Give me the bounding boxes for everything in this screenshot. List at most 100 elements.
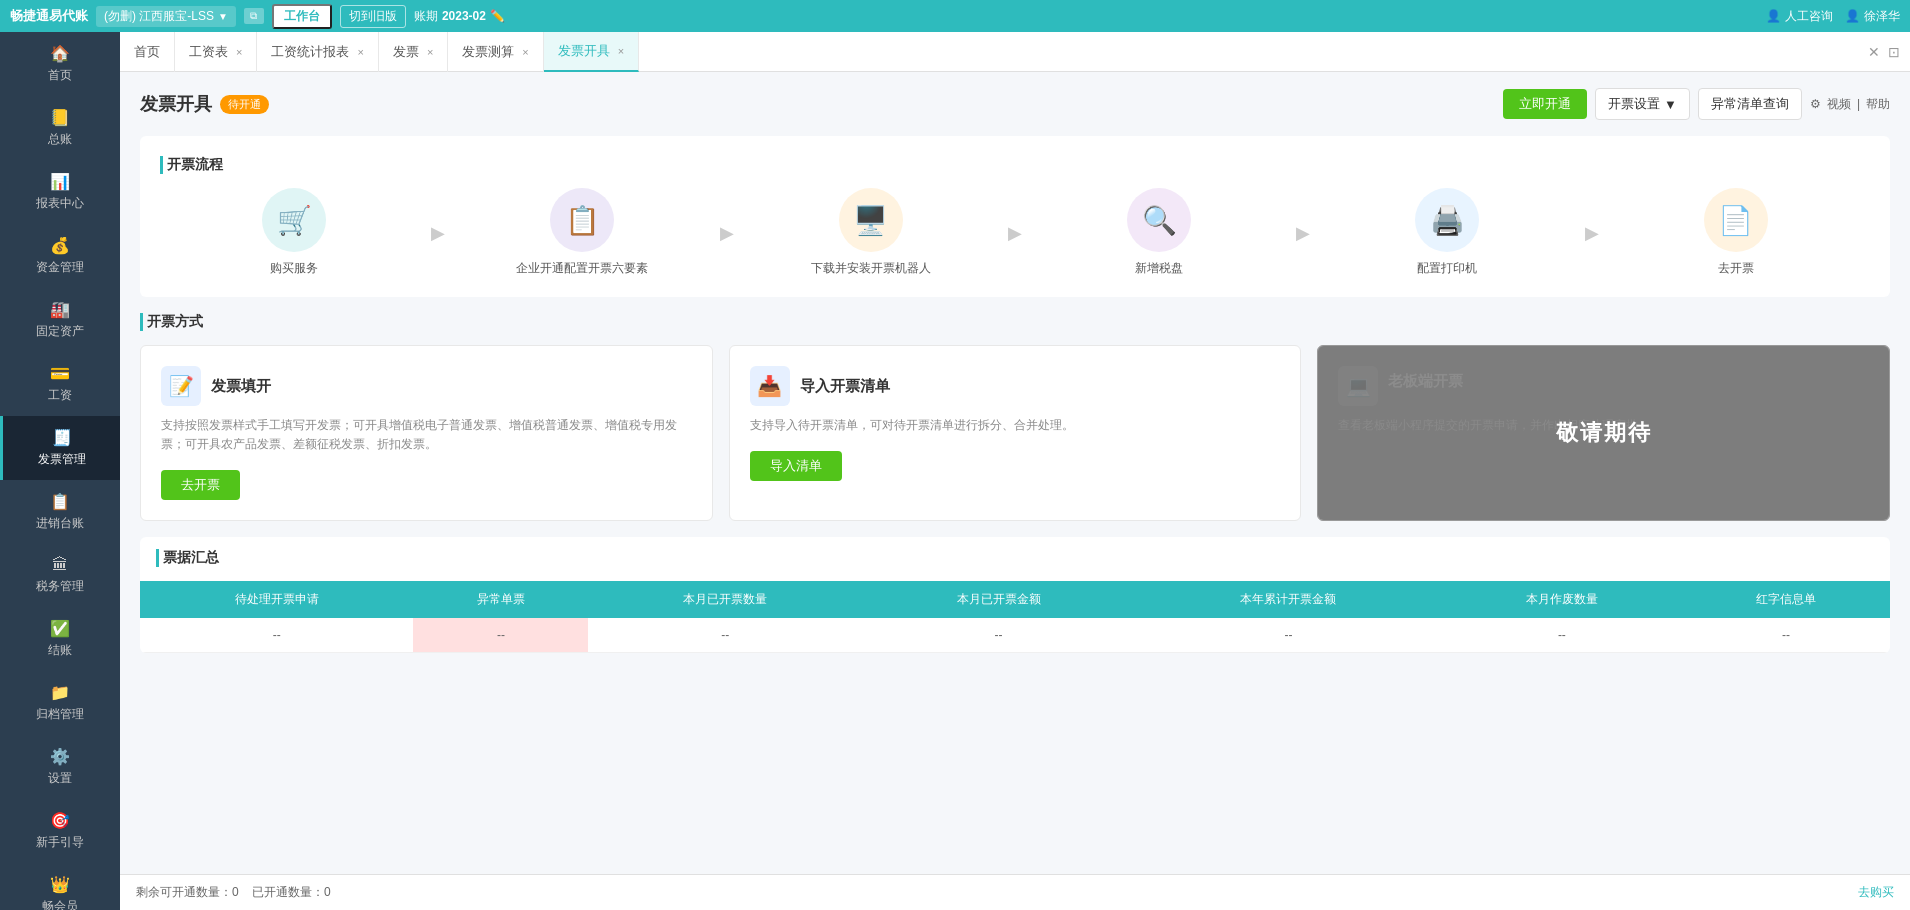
step-icon-config: 📋 (550, 188, 614, 252)
step-label-buy: 购买服务 (270, 260, 318, 277)
period-label: 账期 (414, 8, 438, 25)
sidebar-item-guide[interactable]: 🎯 新手引导 (0, 799, 120, 863)
restore-tab-icon[interactable]: ⊡ (1888, 44, 1900, 60)
member-icon: 👑 (50, 875, 70, 894)
sidebar-label-salary: 工资 (48, 387, 72, 404)
exception-query-button[interactable]: 异常清单查询 (1698, 88, 1802, 120)
copy-icon[interactable]: ⧉ (244, 8, 264, 24)
step-icon-taxdisk: 🔍 (1127, 188, 1191, 252)
method-fill-desc: 支持按照发票样式手工填写开发票；可开具增值税电子普通发票、增值税普通发票、增值税… (161, 416, 692, 454)
video-label[interactable]: 视频 (1827, 96, 1851, 113)
process-section: 开票流程 🛒 购买服务 ▶ 📋 企业开通配置开票六要素 (140, 136, 1890, 297)
sidebar-item-assets[interactable]: 🏭 固定资产 (0, 288, 120, 352)
cell-year-amount: -- (1135, 618, 1441, 653)
tab-invoice[interactable]: 发票 × (379, 32, 448, 72)
method-card-fill: 📝 发票填开 支持按照发票样式手工填写开发票；可开具增值税电子普通发票、增值税普… (140, 345, 713, 521)
process-step-download[interactable]: 🖥️ 下载并安装开票机器人 (737, 188, 1005, 277)
step-arrow-4: ▶ (1293, 222, 1313, 244)
sidebar-item-funds[interactable]: 💰 资金管理 (0, 224, 120, 288)
open-settings-label: 开票设置 (1608, 95, 1660, 113)
cell-month-amount: -- (862, 618, 1135, 653)
tab-home[interactable]: 首页 (120, 32, 175, 72)
reports-icon: 📊 (50, 172, 70, 191)
tab-invoice-label: 发票 (393, 43, 419, 61)
tab-salary-report-close[interactable]: × (357, 46, 363, 58)
page-title-area: 发票开具 待开通 (140, 92, 269, 116)
tab-invoice-calc[interactable]: 发票测算 × (448, 32, 543, 72)
tab-bar: 首页 工资表 × 工资统计报表 × 发票 × 发票测算 × 发票开具 × (120, 32, 1910, 72)
workbench-button[interactable]: 工作台 (272, 4, 332, 29)
tab-salary-label: 工资表 (189, 43, 228, 61)
coming-soon-overlay: 敬请期待 (1318, 346, 1889, 520)
step-label-issue: 去开票 (1718, 260, 1754, 277)
taxdisk-icon: 🔍 (1142, 204, 1177, 237)
old-version-button[interactable]: 切到旧版 (340, 5, 406, 28)
help-label[interactable]: 帮助 (1866, 96, 1890, 113)
user-menu[interactable]: 👤 徐泽华 (1845, 8, 1900, 25)
printer-icon: 🖨️ (1430, 204, 1465, 237)
buy-link[interactable]: 去购买 (1858, 884, 1894, 901)
sidebar-label-tax: 税务管理 (36, 578, 84, 595)
step-label-taxdisk: 新增税盘 (1135, 260, 1183, 277)
tab-invoice-issue-label: 发票开具 (558, 42, 610, 60)
step-label-download: 下载并安装开票机器人 (811, 260, 931, 277)
user-name: 徐泽华 (1864, 8, 1900, 25)
footer-stats: 剩余可开通数量：0 已开通数量：0 (136, 884, 331, 901)
tab-invoice-calc-close[interactable]: × (522, 46, 528, 58)
sidebar-label-ledger: 总账 (48, 131, 72, 148)
purchase-icon: 📋 (50, 492, 70, 511)
sidebar-item-close[interactable]: ✅ 结账 (0, 607, 120, 671)
process-step-taxdisk[interactable]: 🔍 新增税盘 (1025, 188, 1293, 277)
close-tab-icon[interactable]: ✕ (1868, 44, 1880, 60)
sidebar-item-home[interactable]: 🏠 首页 (0, 32, 120, 96)
status-badge: 待开通 (220, 95, 269, 114)
method-fill-btn[interactable]: 去开票 (161, 470, 240, 500)
sidebar-label-purchase: 进销台账 (36, 515, 84, 532)
step-arrow-5: ▶ (1582, 222, 1602, 244)
method-fill-title: 发票填开 (211, 377, 271, 396)
sidebar-item-invoice[interactable]: 🧾 发票管理 (0, 416, 120, 480)
consultant-button[interactable]: 👤 人工咨询 (1766, 8, 1833, 25)
sidebar-item-purchase[interactable]: 📋 进销台账 (0, 480, 120, 544)
process-step-buy[interactable]: 🛒 购买服务 (160, 188, 428, 277)
method-import-desc: 支持导入待开票清单，可对待开票清单进行拆分、合并处理。 (750, 416, 1281, 435)
home-icon: 🏠 (50, 44, 70, 63)
tab-invoice-issue-close[interactable]: × (618, 45, 624, 57)
sidebar-item-member[interactable]: 👑 畅会员 (0, 863, 120, 910)
step-icon-download: 🖥️ (839, 188, 903, 252)
method-import-title: 导入开票清单 (800, 377, 890, 396)
sidebar-item-archive[interactable]: 📁 归档管理 (0, 671, 120, 735)
sidebar-item-settings[interactable]: ⚙️ 设置 (0, 735, 120, 799)
tab-invoice-close[interactable]: × (427, 46, 433, 58)
open-now-button[interactable]: 立即开通 (1503, 89, 1587, 119)
summary-section-title: 票据汇总 (156, 549, 1874, 567)
settings-dropdown-arrow: ▼ (1664, 97, 1677, 112)
ledger-icon: 📒 (50, 108, 70, 127)
open-settings-button[interactable]: 开票设置 ▼ (1595, 88, 1690, 120)
company-name: (勿删) 江西服宝-LSS (104, 8, 214, 25)
process-steps: 🛒 购买服务 ▶ 📋 企业开通配置开票六要素 ▶ � (160, 188, 1870, 277)
process-step-config[interactable]: 📋 企业开通配置开票六要素 (448, 188, 716, 277)
tab-invoice-calc-label: 发票测算 (462, 43, 514, 61)
tab-invoice-issue[interactable]: 发票开具 × (544, 32, 639, 72)
method-import-btn[interactable]: 导入清单 (750, 451, 842, 481)
process-step-printer[interactable]: 🖨️ 配置打印机 (1313, 188, 1581, 277)
sidebar-item-tax[interactable]: 🏛 税务管理 (0, 544, 120, 607)
tab-salary[interactable]: 工资表 × (175, 32, 257, 72)
page-header-actions: 立即开通 开票设置 ▼ 异常清单查询 ⚙ 视频 | 帮助 (1503, 88, 1890, 120)
company-selector[interactable]: (勿删) 江西服宝-LSS ▼ (96, 6, 236, 27)
opened-quota: 已开通数量：0 (252, 885, 331, 899)
tab-home-label: 首页 (134, 43, 160, 61)
sidebar-item-reports[interactable]: 📊 报表中心 (0, 160, 120, 224)
sidebar-item-salary[interactable]: 💳 工资 (0, 352, 120, 416)
process-step-issue[interactable]: 📄 去开票 (1602, 188, 1870, 277)
tab-salary-report-label: 工资统计报表 (271, 43, 349, 61)
period-edit-icon[interactable]: ✏️ (490, 9, 505, 23)
step-icon-buy: 🛒 (262, 188, 326, 252)
tab-salary-close[interactable]: × (236, 46, 242, 58)
sidebar-label-settings: 设置 (48, 770, 72, 787)
page-content: 发票开具 待开通 立即开通 开票设置 ▼ 异常清单查询 ⚙ 视频 | 帮助 (120, 72, 1910, 874)
tab-salary-report[interactable]: 工资统计报表 × (257, 32, 378, 72)
sidebar-item-ledger[interactable]: 📒 总账 (0, 96, 120, 160)
company-dropdown-arrow: ▼ (218, 11, 228, 22)
